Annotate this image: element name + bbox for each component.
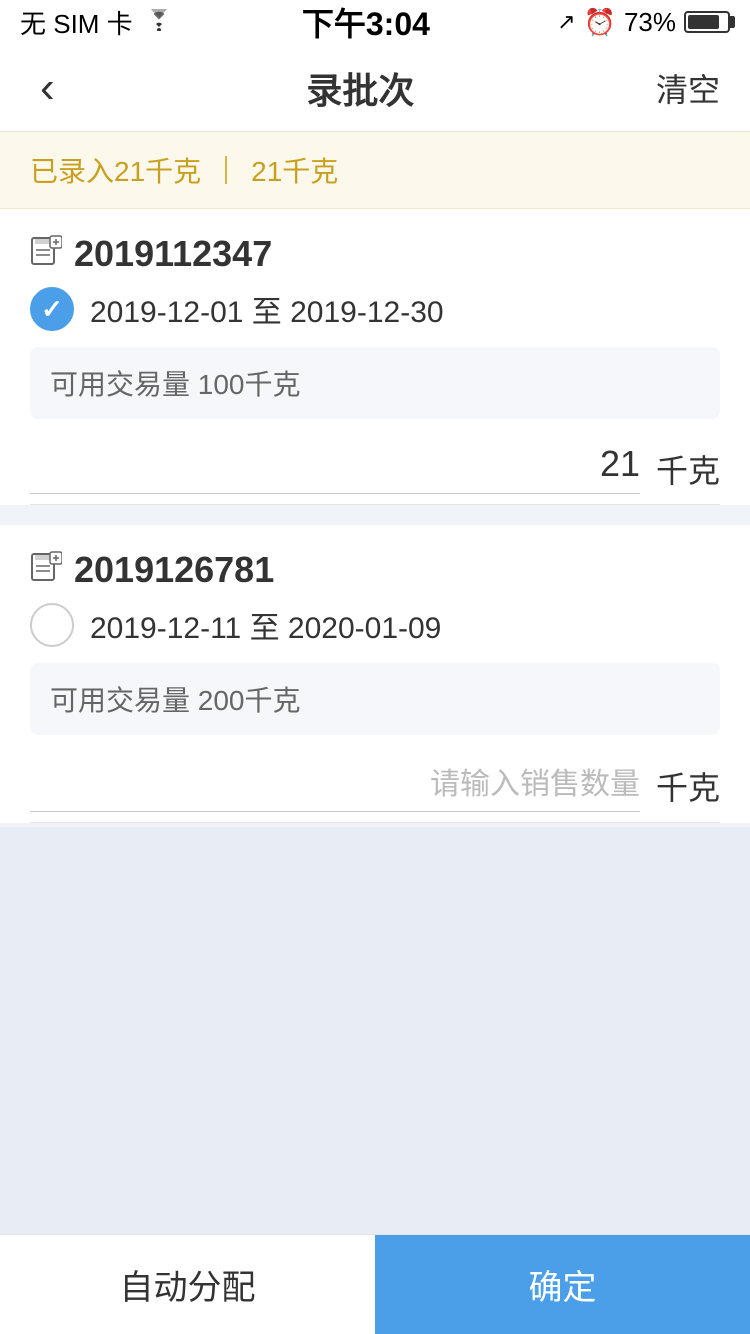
status-right: ↗ ⏰ 73% [557, 7, 730, 38]
quantity-row-2: 请输入销售数量 千克 [0, 735, 750, 822]
batch-date-1: 2019-12-01 至 2019-12-30 [90, 287, 444, 331]
battery-pct: 73% [624, 7, 676, 38]
location-icon: ↗ [557, 9, 575, 35]
battery-icon [684, 11, 730, 33]
batch-id-2: 2019126781 [74, 549, 274, 591]
check-icon-1: ✓ [41, 294, 63, 325]
status-bar: 无 SIM 卡 下午3:04 ↗ ⏰ 73% [0, 0, 750, 44]
batch-radio-2[interactable] [30, 603, 74, 647]
batch-date-2: 2019-12-11 至 2020-01-09 [90, 603, 441, 647]
section-divider [0, 509, 750, 525]
batch-header-2: 2019126781 [30, 549, 720, 591]
batch-available-2: 可用交易量 200千克 [30, 663, 720, 735]
nav-bar: ‹ 录批次 清空 [0, 44, 750, 132]
batch-card-2: 2019126781 2019-12-11 至 2020-01-09 可用交易量… [0, 525, 750, 823]
status-left: 无 SIM 卡 [20, 4, 175, 41]
confirm-button[interactable]: 确定 [375, 1235, 750, 1334]
quantity-unit-1: 千克 [656, 446, 720, 492]
auto-distribute-button[interactable]: 自动分配 [0, 1235, 375, 1334]
divider-2 [30, 822, 720, 823]
batch-header-1: 2019112347 [30, 233, 720, 275]
batch-available-1: 可用交易量 100千克 [30, 347, 720, 419]
alarm-icon: ⏰ [584, 7, 616, 38]
wifi-icon [143, 7, 175, 38]
page-title: 录批次 [306, 62, 414, 114]
clear-button[interactable]: 清空 [656, 65, 720, 111]
batch-doc-icon-2 [30, 550, 62, 590]
batch-item-1: 2019112347 ✓ 2019-12-01 至 2019-12-30 可用交… [0, 209, 750, 419]
batch-card-1: 2019112347 ✓ 2019-12-01 至 2019-12-30 可用交… [0, 209, 750, 505]
no-sim-text: 无 SIM 卡 [20, 4, 133, 41]
batch-radio-1[interactable]: ✓ [30, 287, 74, 331]
quantity-wrapper-2: 请输入销售数量 [30, 759, 640, 812]
status-time: 下午3:04 [302, 0, 430, 45]
batch-item-2: 2019126781 2019-12-11 至 2020-01-09 可用交易量… [0, 525, 750, 735]
batch-id-1: 2019112347 [74, 233, 272, 275]
bottom-space [0, 827, 750, 1267]
batch-date-row-2: 2019-12-11 至 2020-01-09 [30, 603, 720, 647]
recorded-amount: 已录入21千克 [30, 150, 201, 190]
quantity-row-1: 21 千克 [0, 419, 750, 504]
info-banner: 已录入21千克 21千克 [0, 132, 750, 209]
batch-doc-icon-1 [30, 234, 62, 274]
banner-divider [225, 156, 227, 184]
divider-1 [30, 504, 720, 505]
quantity-wrapper-1: 21 [30, 443, 640, 494]
banner-value: 21千克 [251, 150, 338, 190]
quantity-value-1[interactable]: 21 [600, 443, 640, 485]
quantity-unit-2: 千克 [656, 763, 720, 809]
back-button[interactable]: ‹ [30, 53, 65, 123]
footer: 自动分配 确定 [0, 1234, 750, 1334]
quantity-placeholder-2[interactable]: 请输入销售数量 [430, 759, 640, 803]
batch-date-row-1: ✓ 2019-12-01 至 2019-12-30 [30, 287, 720, 331]
